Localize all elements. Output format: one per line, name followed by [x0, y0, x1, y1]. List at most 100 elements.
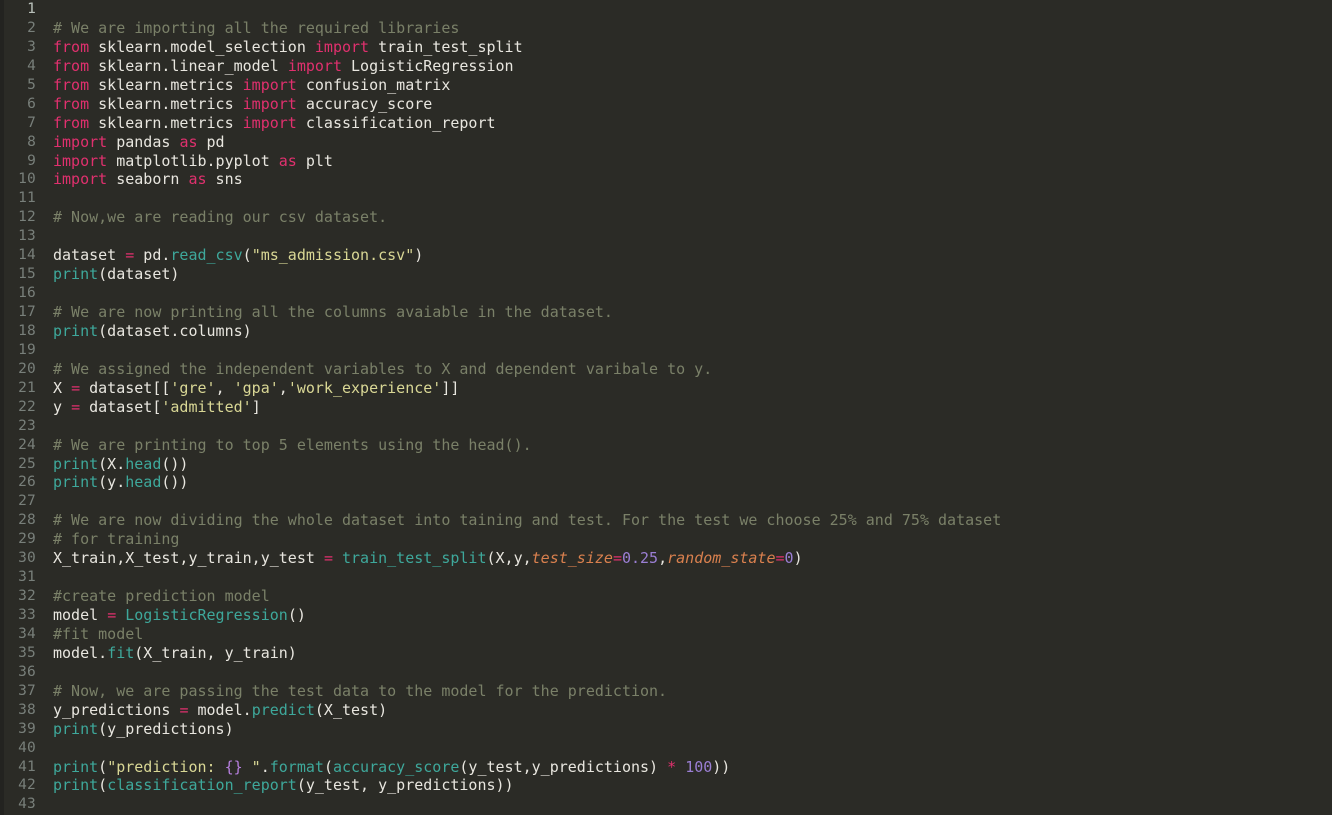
token-cls: classification_report: [107, 776, 297, 795]
code-line[interactable]: 25 print(X.head()): [0, 455, 1332, 474]
token-op: *: [667, 757, 677, 776]
token-def: ): [414, 246, 424, 265]
code-line[interactable]: 28 # We are now dividing the whole datase…: [0, 511, 1332, 530]
line-number: 14: [18, 247, 36, 264]
token-def: ]]: [441, 378, 460, 397]
token-cls: train_test_split: [342, 549, 487, 568]
code-line[interactable]: 40: [0, 739, 1332, 758]
code-line[interactable]: 12 # Now,we are reading our csv dataset.: [0, 208, 1332, 227]
code-line-content: y = dataset['admitted']: [53, 398, 261, 417]
code-line[interactable]: 9 import matplotlib.pyplot as plt: [0, 152, 1332, 171]
token-com: # We are now dividing the whole dataset …: [53, 511, 1002, 530]
line-number: 39: [18, 720, 36, 737]
code-line[interactable]: 37 # Now, we are passing the test data to…: [0, 682, 1332, 701]
code-line-content: print(dataset.columns): [53, 322, 252, 341]
code-line[interactable]: 42 print(classification_report(y_test, y_…: [0, 776, 1332, 795]
token-def: pandas: [107, 132, 180, 151]
token-def: (: [98, 776, 108, 795]
code-line[interactable]: 10 import seaborn as sns: [0, 170, 1332, 189]
token-def: y: [53, 397, 72, 416]
code-line[interactable]: 36: [0, 663, 1332, 682]
code-line[interactable]: 26 print(y.head()): [0, 473, 1332, 492]
code-line[interactable]: 16: [0, 284, 1332, 303]
token-op: =: [323, 549, 333, 568]
code-line[interactable]: 7 from sklearn.metrics import classificat…: [0, 114, 1332, 133]
code-line[interactable]: 22 y = dataset['admitted']: [0, 398, 1332, 417]
token-kw: import: [314, 37, 370, 56]
token-fn: read_csv: [170, 246, 243, 265]
code-line[interactable]: 32 #create prediction model: [0, 587, 1332, 606]
token-def: model.: [53, 643, 108, 662]
code-line[interactable]: 6 from sklearn.metrics import accuracy_sc…: [0, 95, 1332, 114]
token-def: ,: [658, 549, 668, 568]
line-number: 2: [27, 19, 36, 36]
code-line-content: # Now,we are reading our csv dataset.: [53, 208, 387, 227]
code-line[interactable]: 8 import pandas as pd: [0, 133, 1332, 152]
code-line[interactable]: 23: [0, 417, 1332, 436]
token-str: 'gpa': [233, 378, 279, 397]
line-number: 12: [18, 209, 36, 226]
token-kw: from: [53, 37, 90, 56]
token-kw: as: [278, 151, 297, 170]
code-line[interactable]: 13: [0, 227, 1332, 246]
token-kw: from: [53, 56, 90, 75]
line-number: 17: [18, 304, 36, 320]
token-kw: import: [242, 94, 297, 113]
token-def: (X,y,: [486, 549, 532, 568]
code-line[interactable]: 14 dataset = pd.read_csv("ms_admission.cs…: [0, 246, 1332, 265]
line-number: 24: [18, 436, 36, 453]
line-number: 37: [18, 682, 36, 699]
code-line-content: print(y_predictions): [53, 720, 234, 739]
code-line[interactable]: 3 from sklearn.model_selection import tra…: [0, 38, 1332, 57]
token-def: (y_test,y_predictions): [459, 757, 668, 776]
code-line[interactable]: 5 from sklearn.metrics import confusion_m…: [0, 76, 1332, 95]
code-line[interactable]: 27: [0, 492, 1332, 511]
code-line-content: from sklearn.metrics import classificati…: [53, 114, 496, 133]
code-line[interactable]: 2 # We are importing all the required lib…: [0, 19, 1332, 38]
line-number: 32: [18, 588, 36, 605]
code-line[interactable]: 41 print("prediction: {} ".format(accurac…: [0, 758, 1332, 777]
code-line[interactable]: 20 # We assigned the independent variable…: [0, 360, 1332, 379]
token-com: #create prediction model: [53, 587, 270, 606]
token-kw: as: [188, 170, 207, 189]
token-fn: format: [269, 757, 324, 776]
code-line-content: model.fit(X_train, y_train): [53, 644, 297, 663]
code-line[interactable]: 34 #fit model: [0, 625, 1332, 644]
token-def: X_train,X_test,y_train,y_test: [53, 549, 324, 568]
code-line[interactable]: 15 print(dataset): [0, 265, 1332, 284]
code-line-content: from sklearn.metrics import confusion_ma…: [53, 76, 450, 95]
token-def: y_predictions: [53, 700, 180, 719]
code-line[interactable]: 39 print(y_predictions): [0, 720, 1332, 739]
code-editor[interactable]: 1 2 # We are importing all the required li…: [0, 0, 1332, 815]
code-line[interactable]: 19: [0, 341, 1332, 360]
code-line[interactable]: 35 model.fit(X_train, y_train): [0, 644, 1332, 663]
token-def: (y.: [98, 473, 126, 492]
token-def: ()): [161, 473, 189, 492]
code-line[interactable]: 4 from sklearn.linear_model import Logist…: [0, 57, 1332, 76]
code-line[interactable]: 31: [0, 568, 1332, 587]
code-line[interactable]: 43: [0, 795, 1332, 814]
token-def: sklearn.metrics: [89, 94, 243, 113]
code-line[interactable]: 17 # We are now printing all the columns …: [0, 303, 1332, 322]
code-line[interactable]: 21 X = dataset[['gre', 'gpa','work_experi…: [0, 379, 1332, 398]
token-def: .: [260, 757, 270, 776]
code-line[interactable]: 11: [0, 189, 1332, 208]
code-line[interactable]: 29 # for training: [0, 530, 1332, 549]
token-def: (y_test, y_predictions)): [296, 776, 514, 795]
token-op: =: [71, 397, 81, 416]
code-line[interactable]: 1: [0, 0, 1332, 19]
line-number: 1: [27, 1, 36, 17]
line-number: 8: [27, 133, 36, 150]
code-line[interactable]: 24 # We are printing to top 5 elements us…: [0, 436, 1332, 455]
code-line[interactable]: 33 model = LogisticRegression(): [0, 606, 1332, 625]
code-line[interactable]: 18 print(dataset.columns): [0, 322, 1332, 341]
token-def: sns: [206, 170, 243, 189]
code-line[interactable]: 30 X_train,X_test,y_train,y_test = train_…: [0, 549, 1332, 568]
code-line[interactable]: 38 y_predictions = model.predict(X_test): [0, 701, 1332, 720]
token-kw: import: [53, 132, 108, 151]
token-str: 'admitted': [161, 397, 252, 416]
token-def: ,: [278, 378, 288, 397]
code-line-content: # We are now dividing the whole dataset …: [53, 511, 1001, 530]
token-def: )): [712, 757, 731, 776]
code-text-area[interactable]: 1 2 # We are importing all the required li…: [0, 0, 1332, 815]
